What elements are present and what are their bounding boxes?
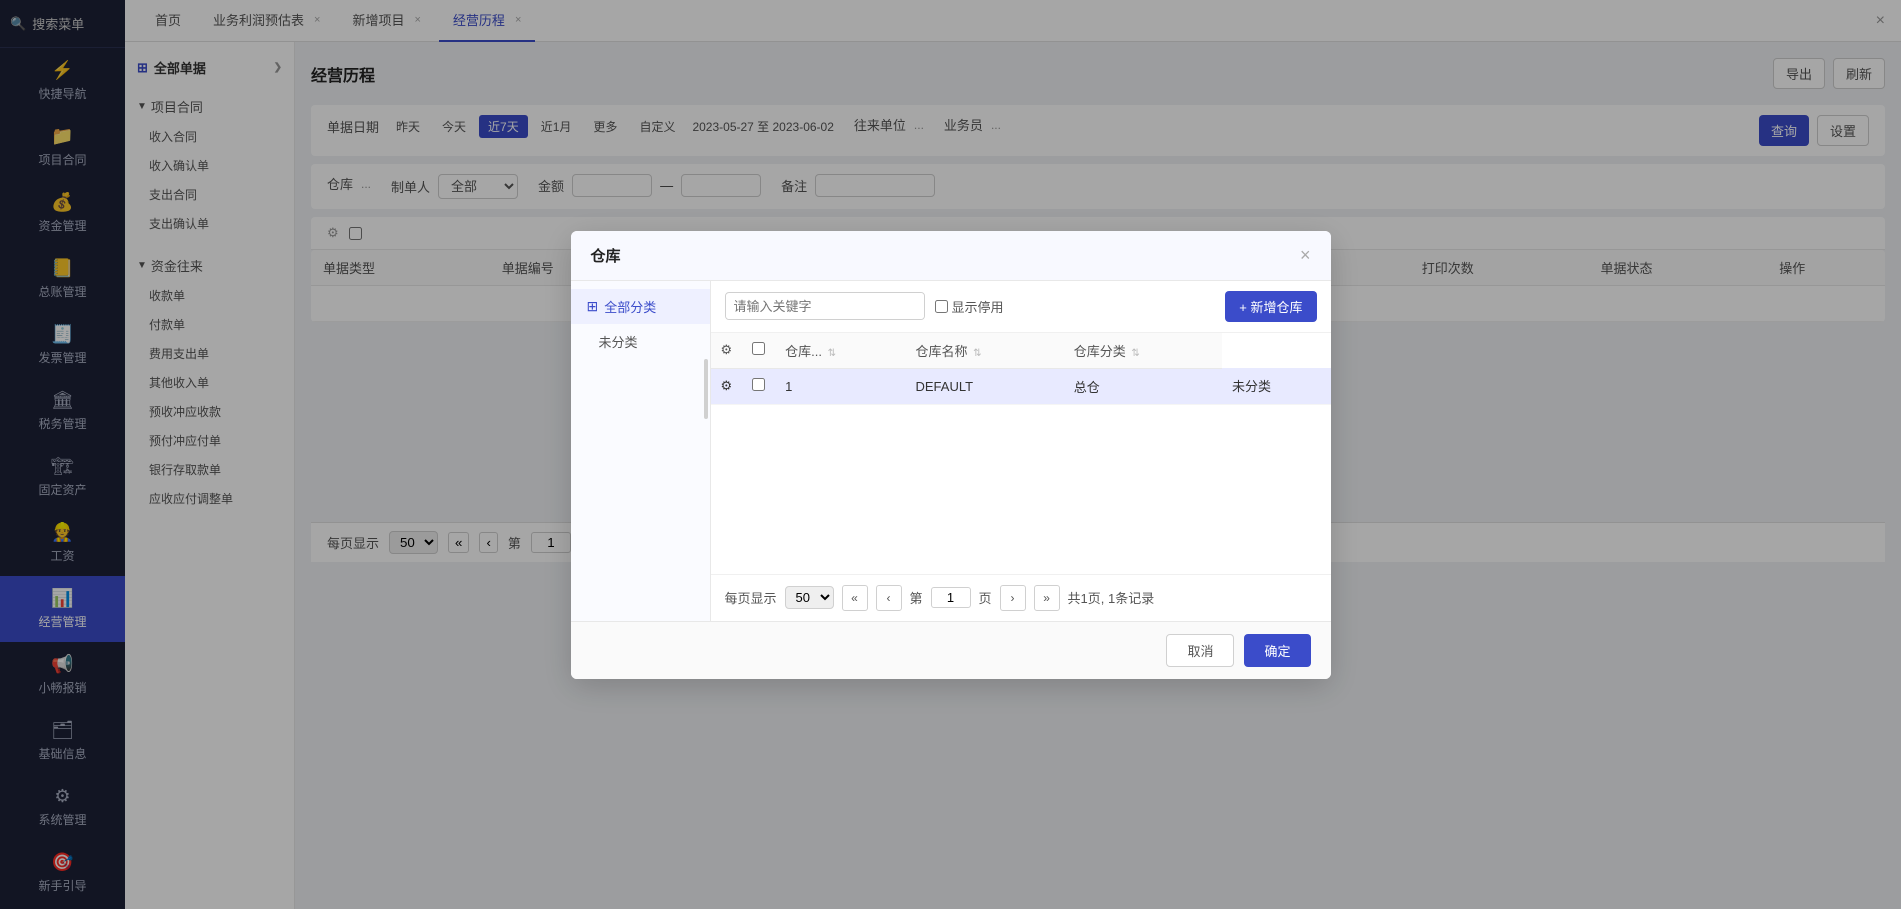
- dialog-first-btn[interactable]: «: [842, 585, 868, 611]
- col-gear: ⚙: [711, 333, 743, 369]
- dialog-total-label: 共1页, 1条记录: [1068, 588, 1155, 607]
- sort-icon-code: ⇅: [828, 348, 836, 359]
- dialog-left-all[interactable]: ⊞ 全部分类: [571, 289, 710, 324]
- dialog-per-page-select[interactable]: 50: [785, 586, 834, 609]
- dialog-search-box: 🔍: [725, 292, 925, 320]
- dialog-confirm-btn[interactable]: 确定: [1244, 634, 1310, 667]
- warehouse-dialog: 仓库 × ⊞ 全部分类 未分类: [571, 231, 1331, 679]
- dialog-footer: 取消 确定: [571, 621, 1331, 679]
- dialog-select-all[interactable]: [752, 342, 765, 355]
- col-name[interactable]: 仓库名称 ⇅: [905, 333, 1063, 369]
- dialog-per-page-label: 每页显示: [725, 588, 777, 607]
- dialog-right-panel: 🔍 显示停用 + 新增仓库 ⚙: [711, 281, 1331, 621]
- sort-icon-category: ⇅: [1131, 348, 1139, 359]
- left-scrollbar: [704, 359, 708, 419]
- dialog-body: ⊞ 全部分类 未分类: [571, 281, 1331, 621]
- dialog-left-uncat-label: 未分类: [599, 332, 638, 351]
- dialog-toolbar: 🔍 显示停用 + 新增仓库: [711, 281, 1331, 333]
- dialog-table-row[interactable]: ⚙ 1 DEFAULT 总仓 未分类: [711, 368, 1331, 404]
- col-code[interactable]: 仓库... ⇅: [775, 333, 905, 369]
- show-disabled-text: 显示停用: [952, 297, 1004, 316]
- dialog-pagination: 每页显示 50 « ‹ 第 页 › » 共1页, 1条记录: [711, 574, 1331, 621]
- row-checkbox[interactable]: [752, 378, 765, 391]
- dialog-title: 仓库: [591, 245, 621, 266]
- dialog-header: 仓库 ×: [571, 231, 1331, 281]
- col-name-label: 仓库名称: [915, 344, 967, 359]
- row-id: 1: [775, 368, 905, 404]
- row-name: 总仓: [1064, 368, 1222, 404]
- left-scroll-space: [571, 359, 710, 559]
- dialog-page-unit: 页: [979, 588, 992, 607]
- dialog-left-scroll: ⊞ 全部分类 未分类: [571, 289, 710, 559]
- dialog-prev-btn[interactable]: ‹: [876, 585, 902, 611]
- sort-icon-name: ⇅: [973, 348, 981, 359]
- dialog-next-btn[interactable]: ›: [1000, 585, 1026, 611]
- grid-icon-small: ⊞: [587, 298, 599, 315]
- dialog-left-all-label: 全部分类: [604, 297, 656, 316]
- modal-overlay[interactable]: 仓库 × ⊞ 全部分类 未分类: [0, 0, 1901, 909]
- show-disabled-checkbox[interactable]: [935, 300, 948, 313]
- dialog-last-btn[interactable]: »: [1034, 585, 1060, 611]
- col-category-label: 仓库分类: [1074, 344, 1126, 359]
- dialog-left-panel: ⊞ 全部分类 未分类: [571, 281, 711, 621]
- dialog-page-label: 第: [910, 588, 923, 607]
- row-code: DEFAULT: [905, 368, 1063, 404]
- row-gear[interactable]: ⚙: [711, 368, 743, 404]
- show-disabled-label[interactable]: 显示停用: [935, 297, 1004, 316]
- col-category[interactable]: 仓库分类 ⇅: [1064, 333, 1222, 369]
- col-code-label: 仓库...: [785, 344, 822, 359]
- dialog-left-uncat[interactable]: 未分类: [571, 324, 710, 359]
- dialog-table-wrap: ⚙ 仓库... ⇅ 仓库名称 ⇅: [711, 333, 1331, 574]
- col-check: [742, 333, 775, 369]
- dialog-page-input[interactable]: [931, 587, 971, 608]
- dialog-cancel-btn[interactable]: 取消: [1166, 634, 1234, 667]
- add-warehouse-btn[interactable]: + 新增仓库: [1225, 291, 1316, 322]
- row-category: 未分类: [1222, 368, 1331, 404]
- dialog-search-input[interactable]: [726, 294, 918, 319]
- dialog-close-btn[interactable]: ×: [1300, 246, 1311, 264]
- row-gear-icon: ⚙: [721, 378, 733, 393]
- row-check-cell[interactable]: [742, 368, 775, 404]
- dialog-table-header-row: ⚙ 仓库... ⇅ 仓库名称 ⇅: [711, 333, 1331, 369]
- dialog-search-btn[interactable]: 🔍: [918, 293, 925, 319]
- dialog-table: ⚙ 仓库... ⇅ 仓库名称 ⇅: [711, 333, 1331, 405]
